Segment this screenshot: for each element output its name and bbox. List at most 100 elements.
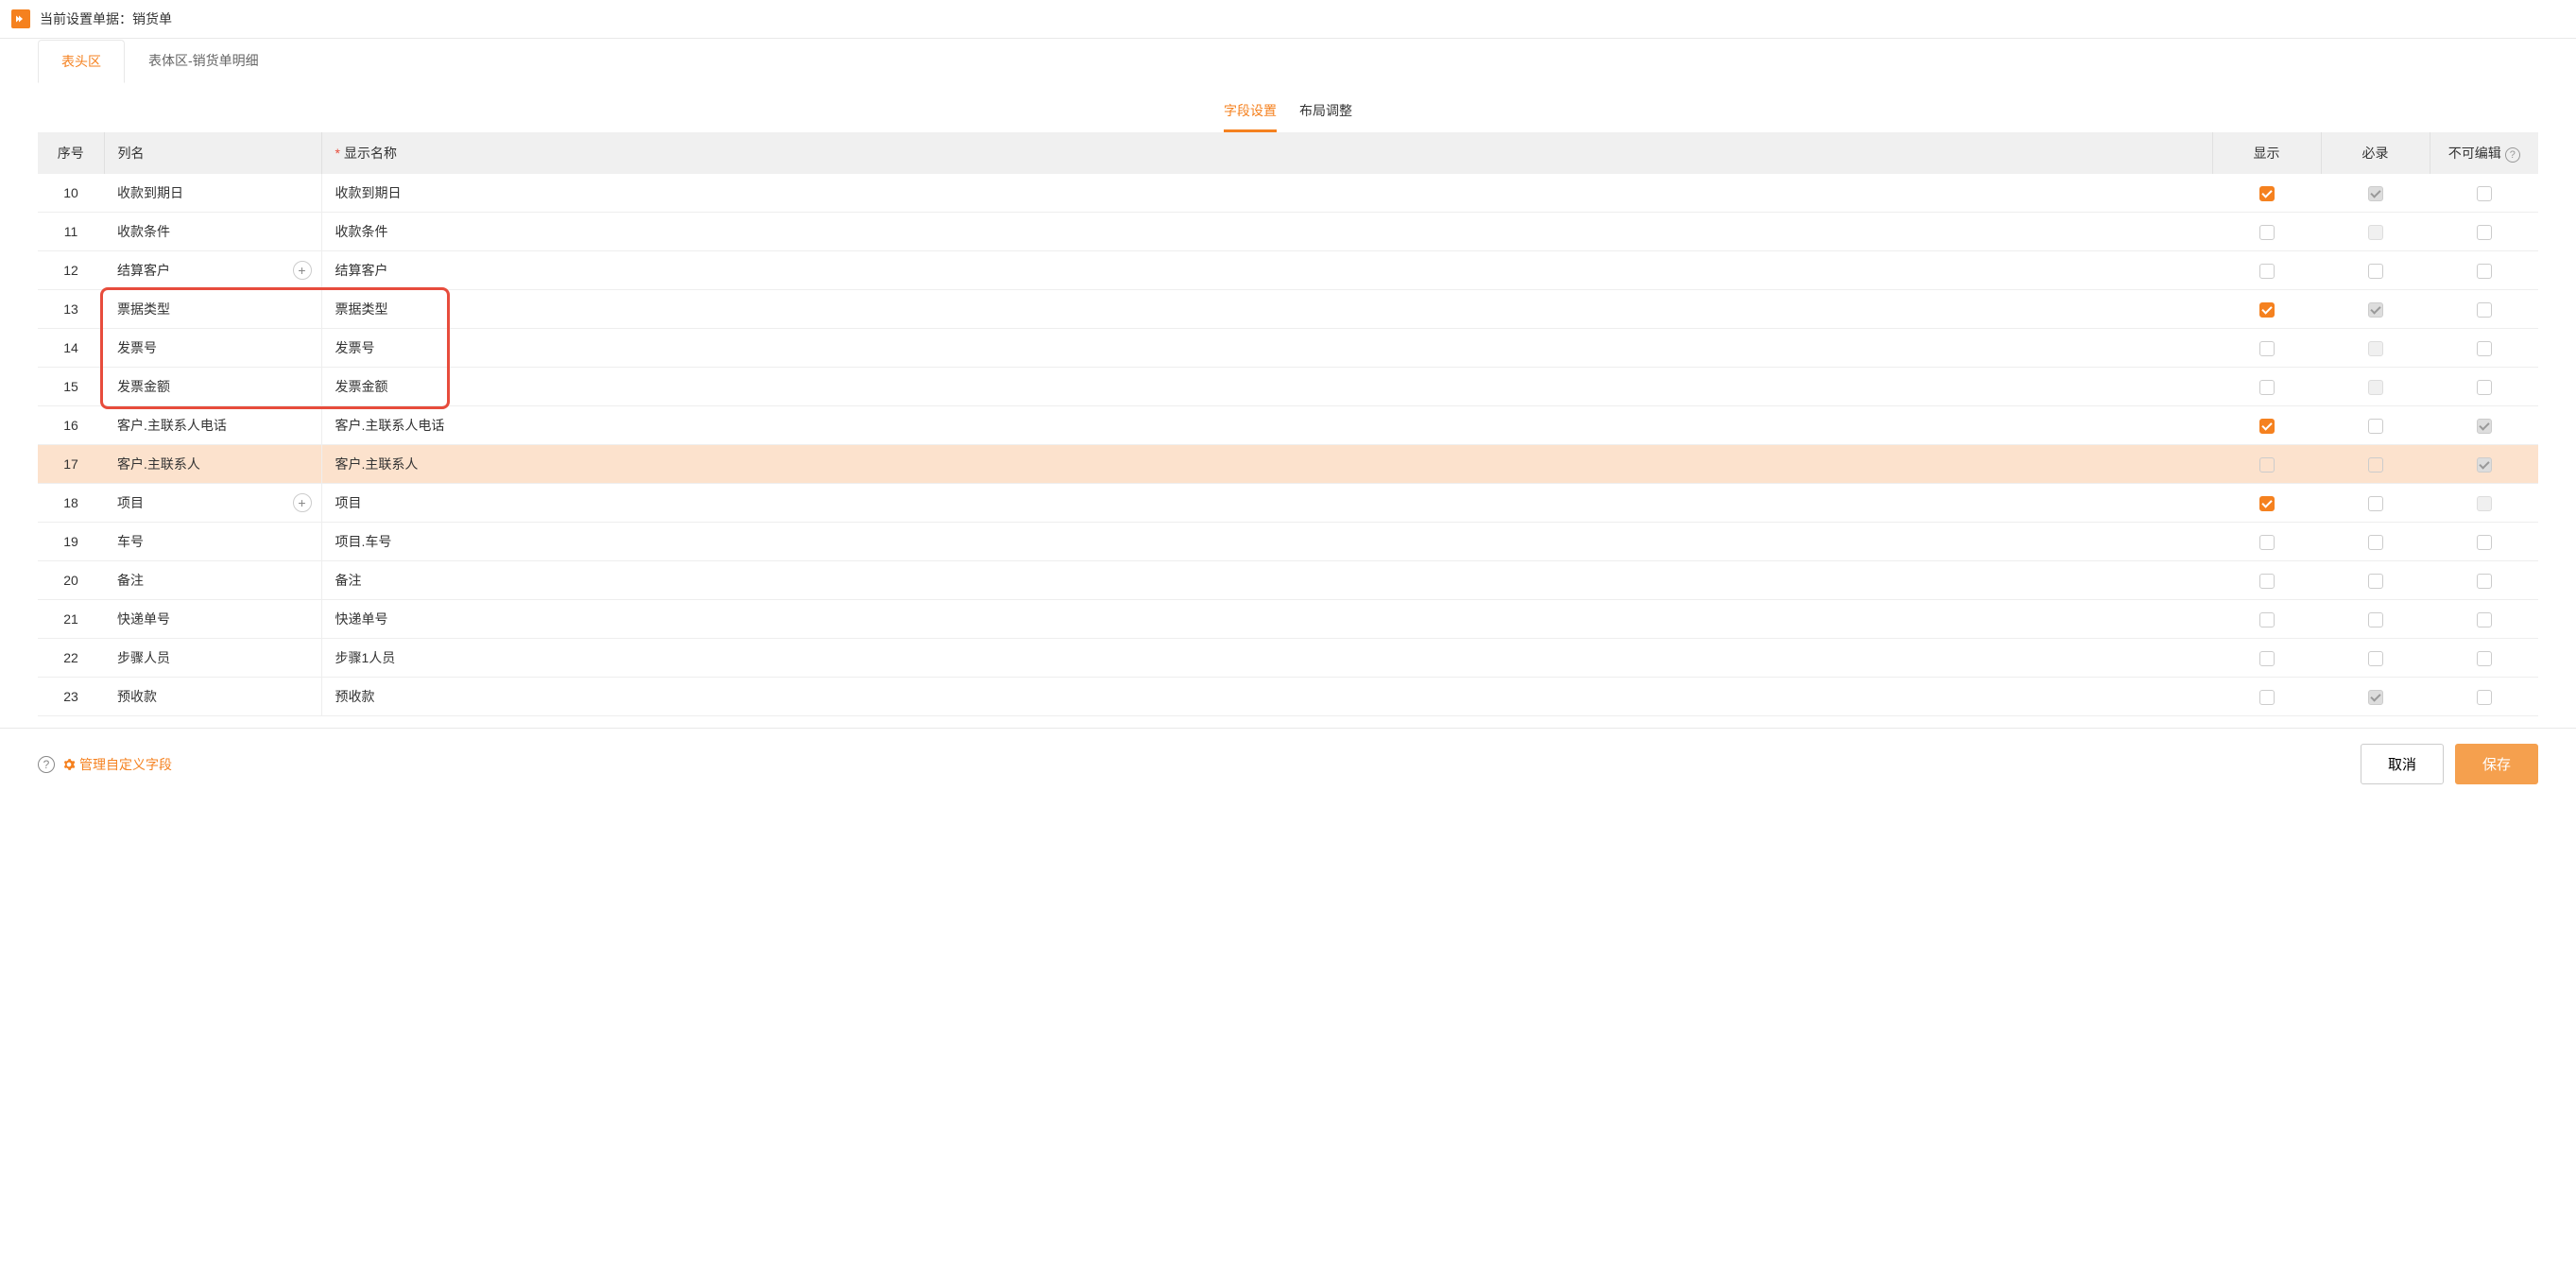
cell-display-name[interactable]: 步骤1人员 [321, 639, 2212, 678]
table-row[interactable]: 16客户.主联系人电话客户.主联系人电话 [38, 406, 2538, 445]
readonly-checkbox[interactable] [2477, 690, 2492, 705]
show-checkbox[interactable] [2259, 225, 2275, 240]
show-checkbox[interactable] [2259, 419, 2275, 434]
cell-show [2212, 639, 2321, 678]
readonly-checkbox[interactable] [2477, 341, 2492, 356]
cell-display-name[interactable]: 发票金额 [321, 368, 2212, 406]
table-row[interactable]: 21快递单号快递单号 [38, 600, 2538, 639]
cell-display-name[interactable]: 结算客户 [321, 251, 2212, 290]
cell-display-name[interactable]: 项目 [321, 484, 2212, 523]
chevron-right-icon [15, 13, 26, 25]
table-row[interactable]: 10收款到期日收款到期日 [38, 174, 2538, 213]
cell-display-name[interactable]: 客户.主联系人 [321, 445, 2212, 484]
sidebar-toggle-button[interactable] [11, 9, 30, 28]
table-row[interactable]: 19车号项目.车号 [38, 523, 2538, 561]
question-icon[interactable]: ? [38, 756, 55, 773]
required-checkbox[interactable] [2368, 496, 2383, 511]
subtab-layout-adjust[interactable]: 布局调整 [1299, 97, 1352, 132]
cell-display-name[interactable]: 快递单号 [321, 600, 2212, 639]
table-row[interactable]: 18项目+项目 [38, 484, 2538, 523]
table-header-row: 序号 列名 *显示名称 显示 必录 不可编辑? [38, 132, 2538, 174]
required-checkbox[interactable] [2368, 419, 2383, 434]
cell-seq: 16 [38, 406, 104, 445]
show-checkbox[interactable] [2259, 457, 2275, 473]
show-checkbox[interactable] [2259, 535, 2275, 550]
cell-required [2321, 600, 2430, 639]
readonly-checkbox[interactable] [2477, 651, 2492, 666]
required-checkbox[interactable] [2368, 574, 2383, 589]
subtab-field-settings[interactable]: 字段设置 [1224, 97, 1277, 132]
table-row[interactable]: 15发票金额发票金额 [38, 368, 2538, 406]
show-checkbox[interactable] [2259, 380, 2275, 395]
col-readonly: 不可编辑? [2430, 132, 2538, 174]
table-row[interactable]: 17客户.主联系人客户.主联系人 [38, 445, 2538, 484]
cell-display-name[interactable]: 项目.车号 [321, 523, 2212, 561]
required-checkbox[interactable] [2368, 612, 2383, 627]
manage-custom-fields-link[interactable]: 管理自定义字段 [62, 755, 172, 774]
cell-seq: 18 [38, 484, 104, 523]
cell-display-name[interactable]: 票据类型 [321, 290, 2212, 329]
cell-readonly [2430, 523, 2538, 561]
readonly-checkbox [2477, 419, 2492, 434]
required-checkbox[interactable] [2368, 535, 2383, 550]
cell-readonly [2430, 561, 2538, 600]
table-row[interactable]: 14发票号发票号 [38, 329, 2538, 368]
help-icon[interactable]: ? [2505, 147, 2520, 163]
show-checkbox[interactable] [2259, 651, 2275, 666]
cell-column-name: 客户.主联系人电话 [104, 406, 321, 445]
required-checkbox[interactable] [2368, 264, 2383, 279]
cell-show [2212, 445, 2321, 484]
cell-display-name[interactable]: 收款条件 [321, 213, 2212, 251]
required-checkbox[interactable] [2368, 457, 2383, 473]
add-field-button[interactable]: + [293, 261, 312, 280]
footer-left: ? 管理自定义字段 [38, 755, 172, 774]
show-checkbox[interactable] [2259, 186, 2275, 201]
show-checkbox[interactable] [2259, 574, 2275, 589]
col-name: 列名 [104, 132, 321, 174]
cell-show [2212, 213, 2321, 251]
readonly-checkbox[interactable] [2477, 612, 2492, 627]
cell-readonly [2430, 639, 2538, 678]
cell-column-name: 收款条件 [104, 213, 321, 251]
cell-readonly [2430, 406, 2538, 445]
table-row[interactable]: 23预收款预收款 [38, 678, 2538, 716]
cell-display-name[interactable]: 备注 [321, 561, 2212, 600]
readonly-checkbox[interactable] [2477, 302, 2492, 318]
save-button[interactable]: 保存 [2455, 744, 2538, 784]
table-row[interactable]: 22步骤人员步骤1人员 [38, 639, 2538, 678]
readonly-checkbox[interactable] [2477, 380, 2492, 395]
cell-display-name[interactable]: 预收款 [321, 678, 2212, 716]
required-checkbox [2368, 225, 2383, 240]
readonly-checkbox[interactable] [2477, 264, 2492, 279]
footer: ? 管理自定义字段 取消 保存 [0, 728, 2576, 799]
cell-required [2321, 290, 2430, 329]
readonly-checkbox[interactable] [2477, 535, 2492, 550]
cell-readonly [2430, 213, 2538, 251]
show-checkbox[interactable] [2259, 264, 2275, 279]
show-checkbox[interactable] [2259, 496, 2275, 511]
table-row[interactable]: 20备注备注 [38, 561, 2538, 600]
cell-display-name[interactable]: 客户.主联系人电话 [321, 406, 2212, 445]
tab-body-detail[interactable]: 表体区-销货单明细 [125, 39, 283, 82]
cell-display-name[interactable]: 发票号 [321, 329, 2212, 368]
table-row[interactable]: 11收款条件收款条件 [38, 213, 2538, 251]
show-checkbox[interactable] [2259, 612, 2275, 627]
required-checkbox[interactable] [2368, 651, 2383, 666]
table-row[interactable]: 13票据类型票据类型 [38, 290, 2538, 329]
show-checkbox[interactable] [2259, 690, 2275, 705]
add-field-button[interactable]: + [293, 493, 312, 512]
readonly-checkbox[interactable] [2477, 225, 2492, 240]
cell-show [2212, 329, 2321, 368]
cell-required [2321, 174, 2430, 213]
table-row[interactable]: 12结算客户+结算客户 [38, 251, 2538, 290]
cell-display-name[interactable]: 收款到期日 [321, 174, 2212, 213]
cell-seq: 12 [38, 251, 104, 290]
footer-right: 取消 保存 [2361, 744, 2538, 784]
show-checkbox[interactable] [2259, 341, 2275, 356]
tab-header-area[interactable]: 表头区 [38, 40, 125, 83]
readonly-checkbox[interactable] [2477, 186, 2492, 201]
readonly-checkbox[interactable] [2477, 574, 2492, 589]
cancel-button[interactable]: 取消 [2361, 744, 2444, 784]
show-checkbox[interactable] [2259, 302, 2275, 318]
cell-seq: 13 [38, 290, 104, 329]
